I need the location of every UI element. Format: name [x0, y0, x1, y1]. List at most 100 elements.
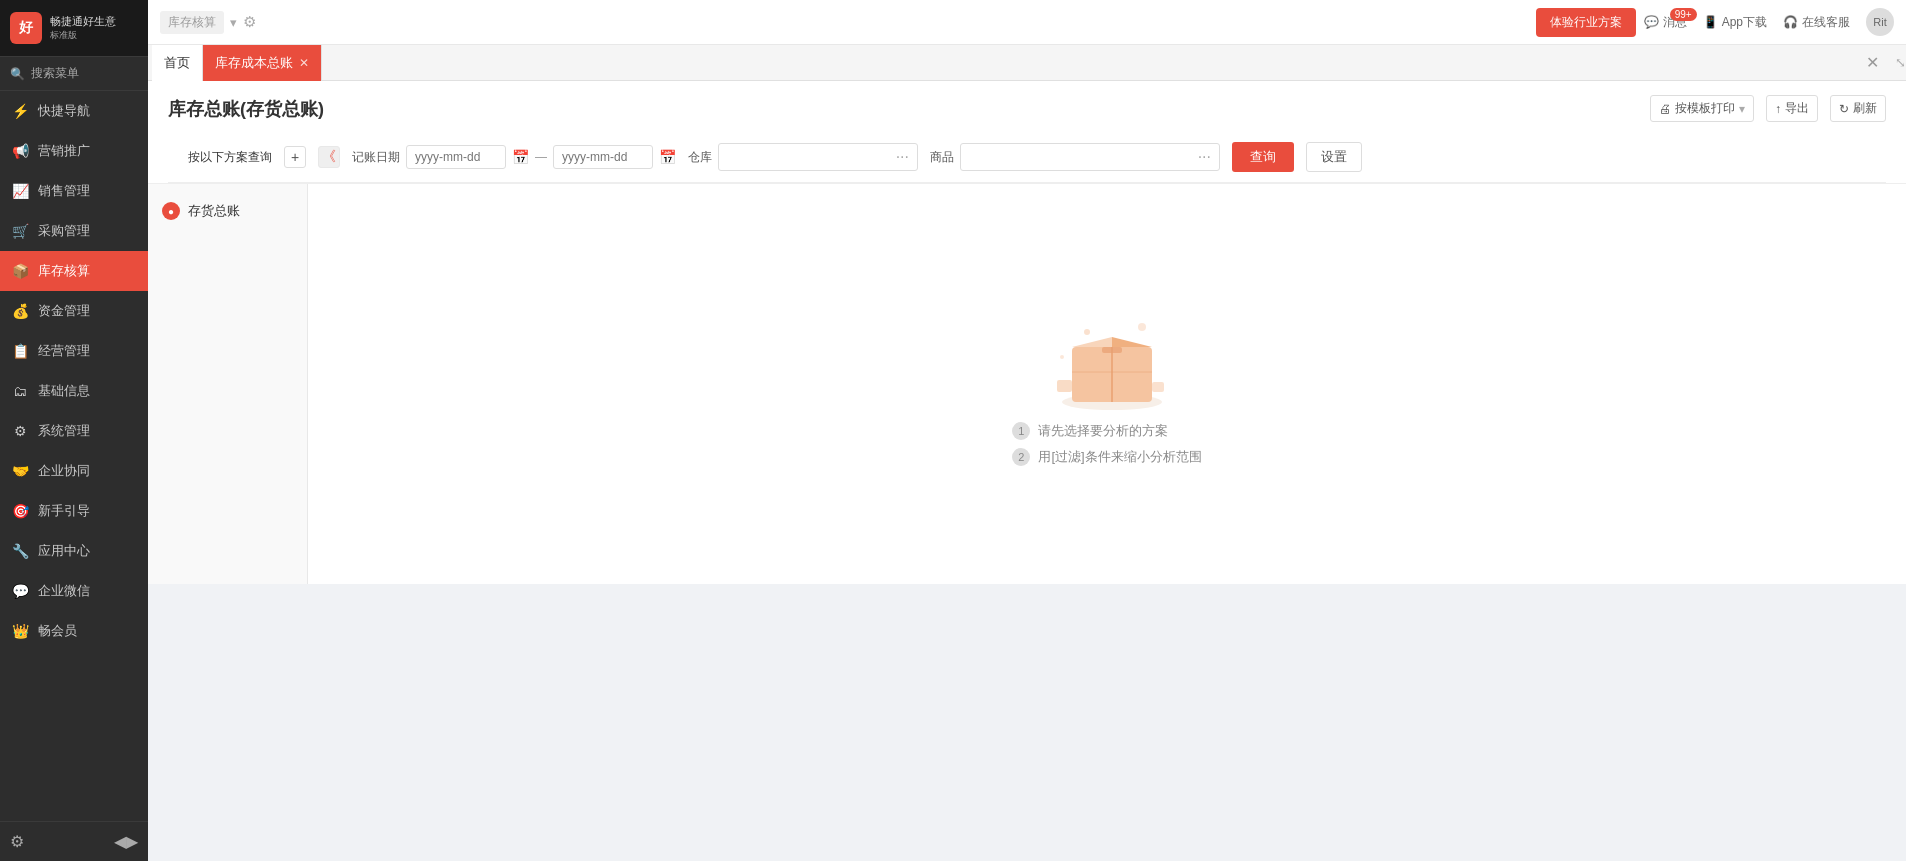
cooperation-icon: 🤝 [10, 463, 30, 479]
tab-close-icon[interactable]: ✕ [299, 56, 309, 70]
warehouse-filter-field: 仓库 ··· [688, 143, 918, 171]
operations-icon: 📋 [10, 343, 30, 359]
empty-tip-2: 2 用[过滤]条件来缩小分析范围 [1012, 448, 1201, 466]
goods-more-icon[interactable]: ··· [1198, 148, 1211, 166]
export-icon: ↑ [1775, 102, 1781, 116]
sidebar-item-funds[interactable]: 💰 资金管理 [0, 291, 148, 331]
app-logo-icon: 好 [10, 12, 42, 44]
sidebar-item-label: 新手引导 [38, 502, 90, 520]
sidebar-item-system[interactable]: ⚙ 系统管理 [0, 411, 148, 451]
svg-marker-2 [1072, 337, 1112, 347]
warehouse-input[interactable]: ··· [718, 143, 918, 171]
breadcrumb: 库存核算 ▾ ⚙ [160, 11, 1528, 34]
sidebar-item-sales[interactable]: 📈 销售管理 [0, 171, 148, 211]
empty-state: 1 请先选择要分析的方案 2 用[过滤]条件来缩小分析范围 [308, 184, 1906, 584]
industry-solution-button[interactable]: 体验行业方案 [1536, 8, 1636, 37]
headset-icon: 🎧 [1783, 15, 1798, 29]
online-service-label: 在线客服 [1802, 14, 1850, 31]
basic-info-icon: 🗂 [10, 383, 30, 399]
filter-area: 按以下方案查询 + 《 记账日期 📅 — 📅 仓库 ··· [168, 132, 1886, 183]
goods-filter-label: 商品 [930, 149, 954, 166]
sidebar-item-label: 应用中心 [38, 542, 90, 560]
goods-filter-field: 商品 ··· [930, 143, 1220, 171]
system-icon: ⚙ [10, 423, 30, 439]
svg-point-11 [1060, 355, 1064, 359]
sidebar-item-label: 资金管理 [38, 302, 90, 320]
mobile-icon: 📱 [1703, 15, 1718, 29]
query-button[interactable]: 查询 [1232, 142, 1294, 172]
message-action[interactable]: 💬 消息 99+ [1644, 14, 1687, 31]
print-dropdown-icon[interactable]: ▾ [1739, 102, 1745, 116]
page-header: 库存总账(存货总账) 🖨 按模板打印 ▾ ↑ 导出 ↻ 刷新 [148, 81, 1906, 184]
settings-footer-icon[interactable]: ⚙ [10, 832, 24, 851]
sales-icon: 📈 [10, 183, 30, 199]
breadcrumb-current: 库存核算 [160, 11, 224, 34]
app-download-action[interactable]: 📱 App下载 [1703, 14, 1767, 31]
calendar-end-icon[interactable]: 📅 [659, 149, 676, 165]
sidebar-item-quick-nav[interactable]: ⚡ 快捷导航 [0, 91, 148, 131]
print-label: 按模板打印 [1675, 100, 1735, 117]
app-name: 畅捷通好生意 [50, 14, 116, 28]
marketing-icon: 📢 [10, 143, 30, 159]
avatar: Rit [1866, 8, 1894, 36]
tab-inventory-cost[interactable]: 库存成本总账 ✕ [203, 45, 322, 81]
sub-filter-panel: ● 存货总账 [148, 184, 308, 584]
collapse-sidebar-icon[interactable]: ◀▶ [114, 832, 138, 851]
sidebar-item-vip[interactable]: 👑 畅会员 [0, 611, 148, 651]
vip-icon: 👑 [10, 623, 30, 639]
goods-input[interactable]: ··· [960, 143, 1220, 171]
sidebar-item-purchase[interactable]: 🛒 采购管理 [0, 211, 148, 251]
print-button[interactable]: 🖨 按模板打印 ▾ [1650, 95, 1754, 122]
sidebar-item-label: 采购管理 [38, 222, 90, 240]
sidebar-item-basic-info[interactable]: 🗂 基础信息 [0, 371, 148, 411]
quick-nav-icon: ⚡ [10, 103, 30, 119]
sub-filter-item-inventory-ledger[interactable]: ● 存货总账 [148, 194, 307, 228]
sidebar-item-label: 库存核算 [38, 262, 90, 280]
sidebar-item-label: 营销推广 [38, 142, 90, 160]
calendar-start-icon[interactable]: 📅 [512, 149, 529, 165]
new-guide-icon: 🎯 [10, 503, 30, 519]
svg-rect-8 [1152, 382, 1164, 392]
online-service-action[interactable]: 🎧 在线客服 [1783, 14, 1850, 31]
sidebar-item-label: 企业协同 [38, 462, 90, 480]
tab-inventory-cost-label: 库存成本总账 [215, 54, 293, 72]
refresh-label: 刷新 [1853, 100, 1877, 117]
sidebar-item-new-guide[interactable]: 🎯 新手引导 [0, 491, 148, 531]
export-button[interactable]: ↑ 导出 [1766, 95, 1818, 122]
tab-close-corner[interactable]: ✕ [1854, 53, 1891, 72]
settings-button[interactable]: 设置 [1306, 142, 1362, 172]
sidebar-item-label: 系统管理 [38, 422, 90, 440]
svg-point-9 [1084, 329, 1090, 335]
svg-marker-3 [1112, 337, 1152, 347]
svg-rect-6 [1102, 347, 1122, 353]
filter-add-button[interactable]: + [284, 146, 306, 168]
sidebar-item-marketing[interactable]: 📢 营销推广 [0, 131, 148, 171]
user-avatar[interactable]: Rit [1866, 8, 1894, 36]
filter-collapse-button[interactable]: 《 [318, 146, 340, 168]
chevron-down-icon[interactable]: ▾ [230, 15, 237, 30]
settings-icon[interactable]: ⚙ [243, 13, 256, 31]
search-icon: 🔍 [10, 67, 25, 81]
warehouse-more-icon[interactable]: ··· [896, 148, 909, 166]
sidebar-item-app-center[interactable]: 🔧 应用中心 [0, 531, 148, 571]
sidebar-item-cooperation[interactable]: 🤝 企业协同 [0, 451, 148, 491]
sidebar-item-label: 经营管理 [38, 342, 90, 360]
svg-point-10 [1138, 323, 1146, 331]
tab-resize-icon[interactable]: ⤡ [1895, 55, 1906, 70]
wechat-icon: 💬 [10, 583, 30, 599]
search-menu[interactable]: 🔍 搜索菜单 [0, 57, 148, 91]
sidebar-item-wechat[interactable]: 💬 企业微信 [0, 571, 148, 611]
sidebar-item-label: 企业微信 [38, 582, 90, 600]
message-badge: 99+ [1670, 8, 1697, 21]
tab-home[interactable]: 首页 [152, 45, 203, 81]
tabbar: 首页 库存成本总账 ✕ ✕ ⤡ [148, 45, 1906, 81]
date-end-input[interactable] [553, 145, 653, 169]
date-start-input[interactable] [406, 145, 506, 169]
sidebar-item-inventory[interactable]: 📦 库存核算 [0, 251, 148, 291]
app-edition: 标准版 [50, 29, 116, 42]
inventory-icon: 📦 [10, 263, 30, 279]
print-icon: 🖨 [1659, 102, 1671, 116]
refresh-button[interactable]: ↻ 刷新 [1830, 95, 1886, 122]
date-filter-label: 记账日期 [352, 149, 400, 166]
sidebar-item-operations[interactable]: 📋 经营管理 [0, 331, 148, 371]
